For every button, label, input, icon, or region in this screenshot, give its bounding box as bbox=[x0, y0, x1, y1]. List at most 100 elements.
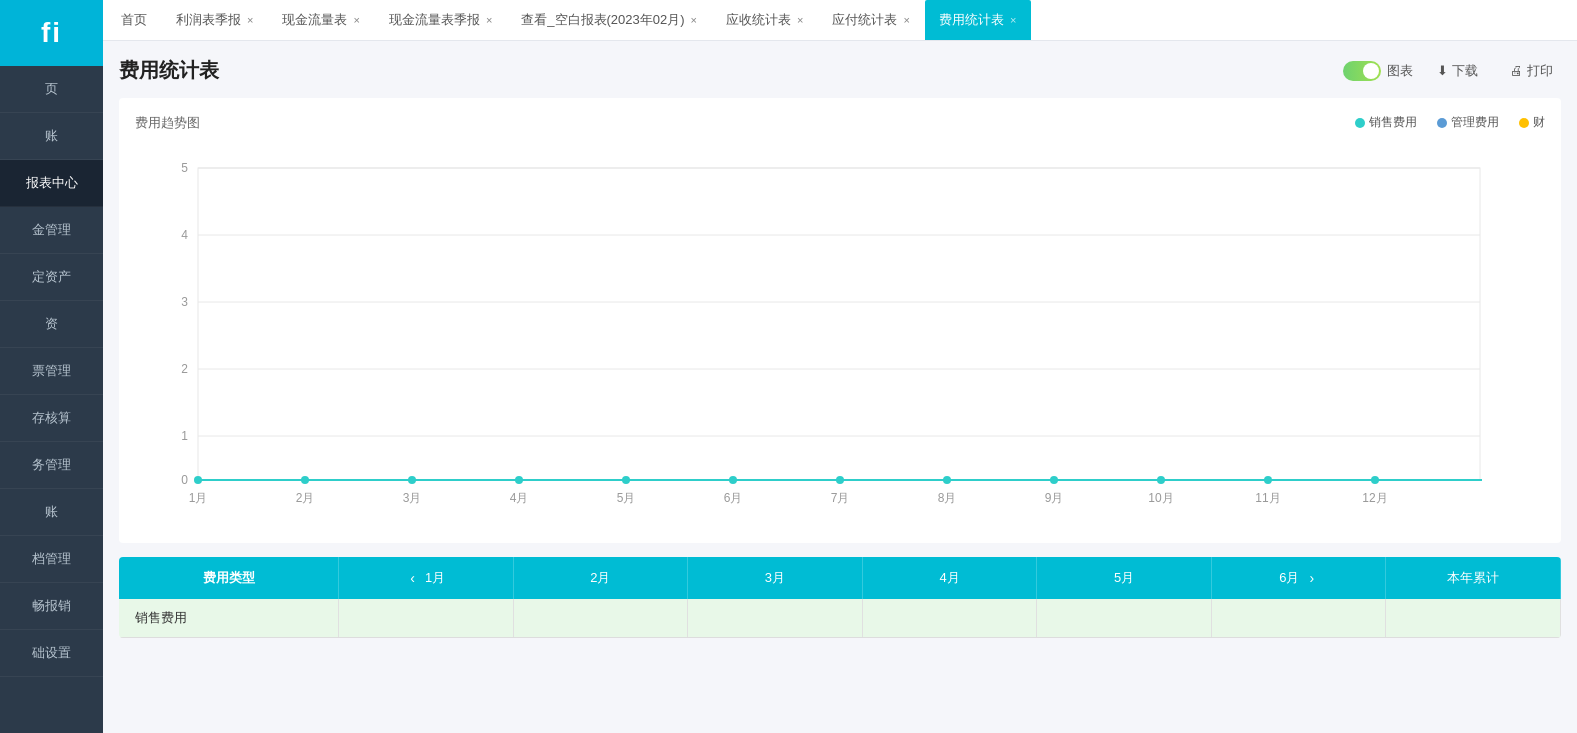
table-header-type-label: 费用类型 bbox=[203, 569, 255, 587]
sidebar-item-invoice-management[interactable]: 票管理 bbox=[0, 348, 103, 395]
table-header-ytd-label: 本年累计 bbox=[1447, 569, 1499, 587]
chart-toggle-label: 图表 bbox=[1387, 62, 1413, 80]
tab-cash-flow-close[interactable]: × bbox=[353, 14, 359, 26]
tab-bar: 首页 利润表季报 × 现金流量表 × 现金流量表季报 × 查看_空白报表(202… bbox=[103, 0, 1577, 41]
page-title: 费用统计表 bbox=[119, 57, 219, 84]
table-header-jun: 6月 › bbox=[1212, 557, 1387, 599]
row-type-label: 销售费用 bbox=[119, 599, 339, 637]
legend-financial-label: 财 bbox=[1533, 114, 1545, 131]
tab-payable-stats-label: 应付统计表 bbox=[832, 11, 897, 29]
page-header: 费用统计表 图表 ⬇ 下载 🖨 打印 bbox=[119, 57, 1561, 84]
print-button[interactable]: 🖨 打印 bbox=[1502, 58, 1561, 84]
svg-text:3: 3 bbox=[181, 295, 188, 309]
print-label: 打印 bbox=[1527, 62, 1553, 80]
sidebar-item-home[interactable]: 页 bbox=[0, 66, 103, 113]
tab-home[interactable]: 首页 bbox=[107, 0, 162, 40]
sidebar-item-service-management[interactable]: 务管理 bbox=[0, 442, 103, 489]
sidebar-item-archive-management[interactable]: 档管理 bbox=[0, 536, 103, 583]
chart-point-jun bbox=[729, 476, 737, 484]
table-header-may: 5月 bbox=[1037, 557, 1212, 599]
chart-point-oct bbox=[1157, 476, 1165, 484]
svg-text:1: 1 bbox=[181, 429, 188, 443]
legend-management-label: 管理费用 bbox=[1451, 114, 1499, 131]
tab-payable-stats[interactable]: 应付统计表 × bbox=[818, 0, 924, 40]
svg-text:3月: 3月 bbox=[403, 491, 422, 505]
sidebar-item-basic-settings[interactable]: 础设置 bbox=[0, 630, 103, 677]
legend-sales-label: 销售费用 bbox=[1369, 114, 1417, 131]
legend-sales-dot bbox=[1355, 118, 1365, 128]
data-table: 费用类型 ‹ 1月 2月 3月 4月 5月 bbox=[119, 557, 1561, 638]
chart-point-mar bbox=[408, 476, 416, 484]
svg-rect-12 bbox=[198, 168, 1480, 480]
header-actions: 图表 ⬇ 下载 🖨 打印 bbox=[1343, 58, 1561, 84]
svg-text:0: 0 bbox=[181, 473, 188, 487]
table-next-arrow[interactable]: › bbox=[1305, 570, 1318, 586]
table-header-nav-jan: ‹ 1月 bbox=[339, 557, 514, 599]
svg-text:8月: 8月 bbox=[938, 491, 957, 505]
chart-legend: 销售费用 管理费用 财 bbox=[1355, 114, 1545, 131]
table-prev-arrow[interactable]: ‹ bbox=[406, 570, 419, 586]
tab-cash-flow-quarterly[interactable]: 现金流量表季报 × bbox=[375, 0, 507, 40]
chart-toggle-wrap: 图表 bbox=[1343, 61, 1413, 81]
sidebar-item-sales-return[interactable]: 畅报销 bbox=[0, 583, 103, 630]
chart-toggle[interactable] bbox=[1343, 61, 1381, 81]
download-icon: ⬇ bbox=[1437, 63, 1448, 78]
chart-point-sep bbox=[1050, 476, 1058, 484]
svg-text:7月: 7月 bbox=[831, 491, 850, 505]
row-may-value bbox=[1037, 599, 1212, 637]
legend-management: 管理费用 bbox=[1437, 114, 1499, 131]
svg-text:5月: 5月 bbox=[617, 491, 636, 505]
tab-cash-flow-quarterly-close[interactable]: × bbox=[486, 14, 492, 26]
sidebar-item-inventory[interactable]: 存核算 bbox=[0, 395, 103, 442]
svg-text:11月: 11月 bbox=[1255, 491, 1280, 505]
tab-payable-stats-close[interactable]: × bbox=[903, 14, 909, 26]
legend-financial: 财 bbox=[1519, 114, 1545, 131]
row-feb-value bbox=[514, 599, 689, 637]
sidebar-item-fixed-assets[interactable]: 定资产 bbox=[0, 254, 103, 301]
sidebar-item-report-center[interactable]: 报表中心 bbox=[0, 160, 103, 207]
download-button[interactable]: ⬇ 下载 bbox=[1429, 58, 1486, 84]
svg-text:9月: 9月 bbox=[1045, 491, 1064, 505]
download-label: 下载 bbox=[1452, 62, 1478, 80]
legend-management-dot bbox=[1437, 118, 1447, 128]
sidebar-item-investment[interactable]: 资 bbox=[0, 301, 103, 348]
chart-point-aug bbox=[943, 476, 951, 484]
sidebar-item-account[interactable]: 账 bbox=[0, 113, 103, 160]
table-header-mar: 3月 bbox=[688, 557, 863, 599]
page-content: 费用统计表 图表 ⬇ 下载 🖨 打印 费用趋势图 bbox=[103, 41, 1577, 733]
main-content: 首页 利润表季报 × 现金流量表 × 现金流量表季报 × 查看_空白报表(202… bbox=[103, 0, 1577, 733]
row-mar-value bbox=[688, 599, 863, 637]
table-header: 费用类型 ‹ 1月 2月 3月 4月 5月 bbox=[119, 557, 1561, 599]
sidebar-item-sub-account[interactable]: 账 bbox=[0, 489, 103, 536]
tab-profit-quarterly[interactable]: 利润表季报 × bbox=[162, 0, 268, 40]
tab-receivable-stats[interactable]: 应收统计表 × bbox=[712, 0, 818, 40]
svg-text:2月: 2月 bbox=[296, 491, 315, 505]
table-header-jan: 1月 bbox=[425, 569, 445, 587]
chart-point-dec bbox=[1371, 476, 1379, 484]
table-header-mar-label: 3月 bbox=[765, 569, 785, 587]
tab-blank-report[interactable]: 查看_空白报表(2023年02月) × bbox=[507, 0, 712, 40]
tab-blank-report-close[interactable]: × bbox=[691, 14, 697, 26]
table-header-apr: 4月 bbox=[863, 557, 1038, 599]
table-header-feb-label: 2月 bbox=[590, 569, 610, 587]
svg-text:6月: 6月 bbox=[724, 491, 743, 505]
svg-text:5: 5 bbox=[181, 161, 188, 175]
svg-text:4: 4 bbox=[181, 228, 188, 242]
tab-expense-stats[interactable]: 费用统计表 × bbox=[925, 0, 1031, 40]
table-header-jun-label: 6月 bbox=[1279, 569, 1299, 587]
print-icon: 🖨 bbox=[1510, 63, 1523, 78]
sidebar-logo: fi bbox=[0, 0, 103, 66]
chart-point-jul bbox=[836, 476, 844, 484]
legend-sales: 销售费用 bbox=[1355, 114, 1417, 131]
tab-profit-quarterly-close[interactable]: × bbox=[247, 14, 253, 26]
tab-cash-flow[interactable]: 现金流量表 × bbox=[268, 0, 374, 40]
tab-expense-stats-close[interactable]: × bbox=[1010, 14, 1016, 26]
tab-receivable-stats-close[interactable]: × bbox=[797, 14, 803, 26]
svg-text:4月: 4月 bbox=[510, 491, 529, 505]
sidebar-item-fund-management[interactable]: 金管理 bbox=[0, 207, 103, 254]
chart-point-nov bbox=[1264, 476, 1272, 484]
table-row: 销售费用 bbox=[119, 599, 1561, 638]
tab-cash-flow-label: 现金流量表 bbox=[282, 11, 347, 29]
chart-point-may bbox=[622, 476, 630, 484]
row-apr-value bbox=[863, 599, 1038, 637]
